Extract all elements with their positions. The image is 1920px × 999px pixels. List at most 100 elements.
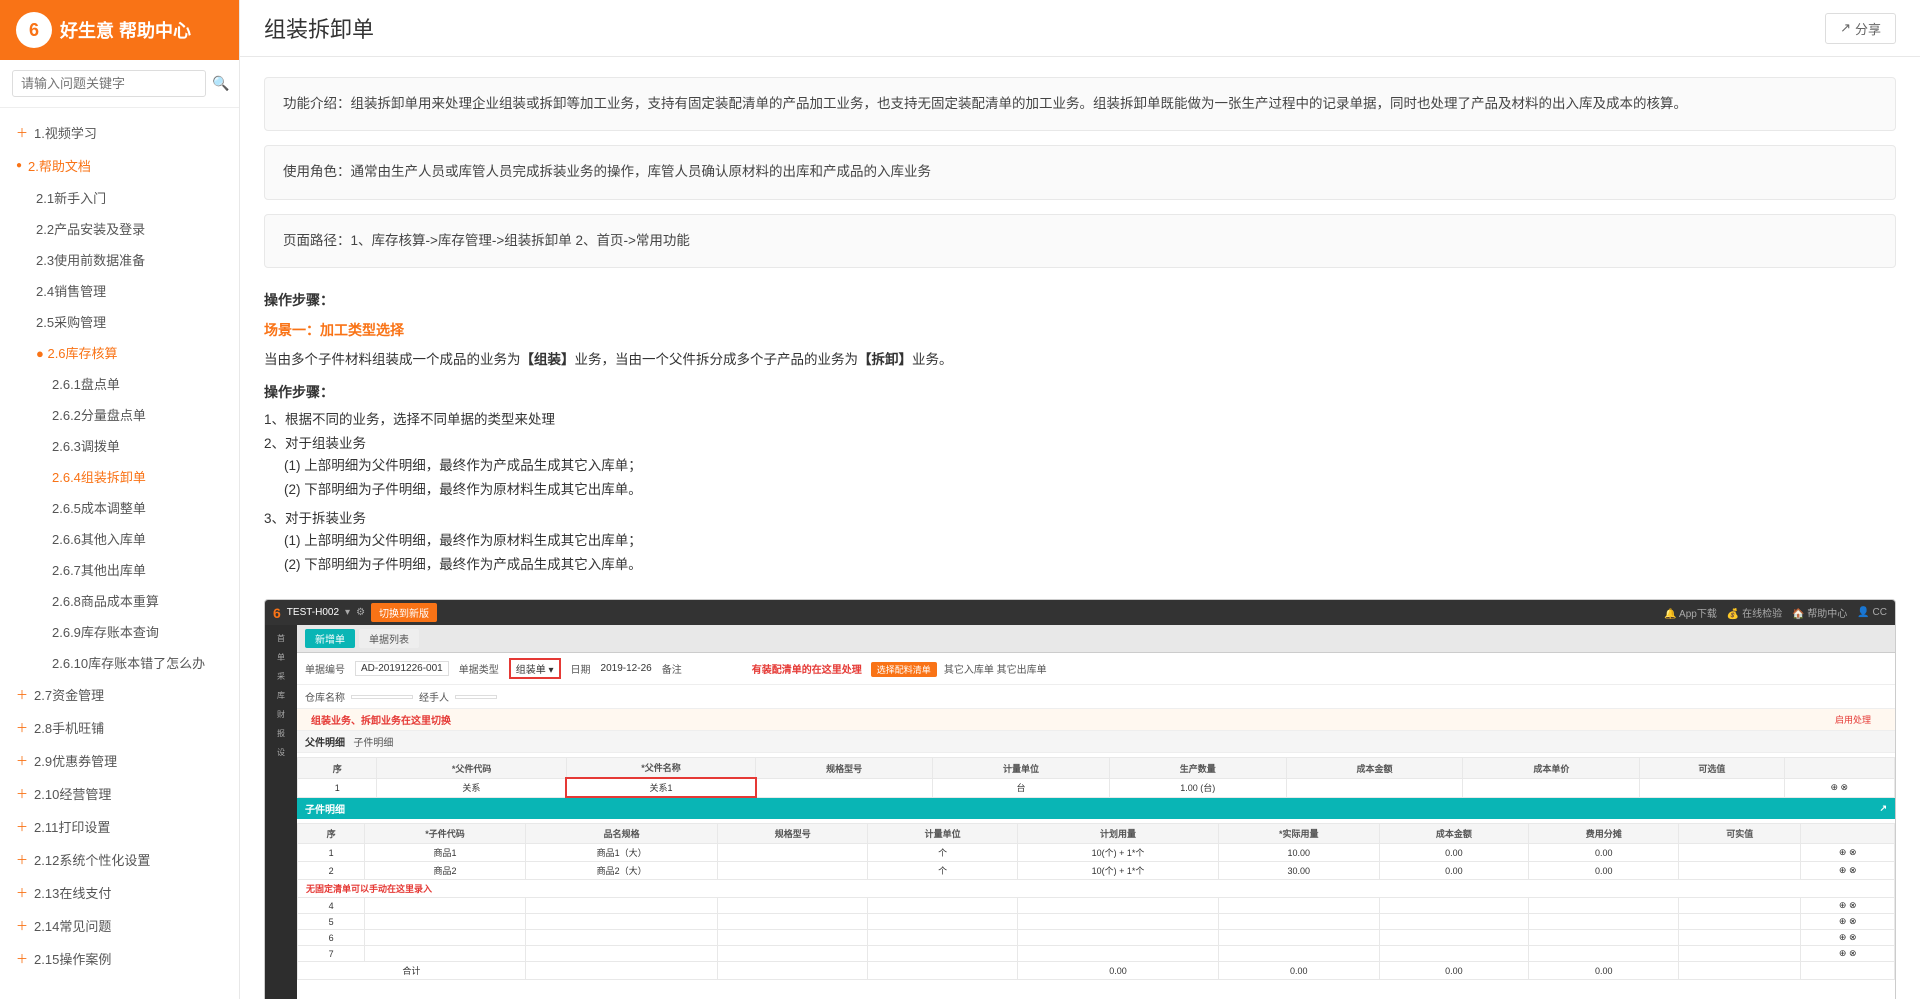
sidebar-item-docs-2-6-10[interactable]: 2.6.10库存账本错了怎么办 [0, 647, 239, 678]
page-title: 组装拆卸单 [264, 12, 374, 44]
sidebar-item-docs-2-8[interactable]: ＋ 2.8手机旺铺 [0, 711, 239, 744]
search-button[interactable]: 🔍 [212, 75, 229, 92]
sidebar-item-label: 2.12系统个性化设置 [34, 850, 150, 869]
steps-label: 操作步骤： [264, 382, 1896, 402]
sidebar-item-docs-2-3[interactable]: 2.3使用前数据准备 [0, 244, 239, 275]
search-box: 🔍 [0, 60, 239, 108]
plus-icon: ＋ [16, 124, 28, 141]
content-area: 功能介绍：组装拆卸单用来处理企业组装或拆卸等加工业务，支持有固定装配清单的产品加… [240, 57, 1920, 999]
sidebar-item-docs-2-15[interactable]: ＋ 2.15操作案例 [0, 942, 239, 975]
sidebar-item-docs-2-6-6[interactable]: 2.6.6其他入库单 [0, 523, 239, 554]
scene1-desc: 当由多个子件材料组装成一个成品的业务为【组装】业务，当由一个父件拆分成多个子产品… [264, 348, 1896, 372]
sidebar-item-label: 2.14常见问题 [34, 916, 111, 935]
annotation1-btn: 选择配料清单 [871, 662, 937, 677]
top-bar: 组装拆卸单 ↗ 分享 [240, 0, 1920, 57]
sidebar-item-docs-2-6-7[interactable]: 2.6.7其他出库单 [0, 554, 239, 585]
step1: 1、根据不同的业务，选择不同单据的类型来处理 [264, 408, 1896, 428]
sidebar-item-label: 2.9优惠券管理 [34, 751, 117, 770]
mock-tab-new: 新增单 [305, 629, 355, 648]
sidebar-item-label: 2.11打印设置 [34, 817, 110, 836]
sidebar-item-label: 2.帮助文档 [28, 156, 91, 175]
sidebar-item-docs-2-10[interactable]: ＋ 2.10经营管理 [0, 777, 239, 810]
sidebar-item-docs-2-6-1[interactable]: 2.6.1盘点单 [0, 368, 239, 399]
mock-upper-table: 序 *父件代码 *父件名称 规格型号 计量单位 生产数量 成本金额 成本单价 可… [297, 757, 1895, 798]
plus-icon-2-9: ＋ [16, 752, 28, 769]
sidebar-header: 6 好生意 帮助中心 [0, 0, 239, 60]
mock-upper-tab: 父件明细 子件明细 [297, 731, 1895, 753]
annotation3: 启用处理 [1835, 713, 1871, 726]
minus-icon: ● [16, 160, 22, 171]
sidebar-item-docs-2-14[interactable]: ＋ 2.14常见问题 [0, 909, 239, 942]
step2a: (1) 上部明细为父件明细，最终作为产成品生成其它入库单； [264, 454, 1896, 478]
plus-icon-2-10: ＋ [16, 785, 28, 802]
plus-icon-2-8: ＋ [16, 719, 28, 736]
sidebar-item-docs-2-6-4[interactable]: 2.6.4组装拆卸单 [0, 461, 239, 492]
sidebar-item-docs-2-11[interactable]: ＋ 2.11打印设置 [0, 810, 239, 843]
mock-lower-table: 序 *子件代码 品名规格 规格型号 计量单位 计划用量 *实际用量 成本金额 费… [297, 823, 1895, 980]
plus-icon-2-13: ＋ [16, 884, 28, 901]
plus-icon-2-11: ＋ [16, 818, 28, 835]
sidebar-item-docs-2-6-9[interactable]: 2.6.9库存账本查询 [0, 616, 239, 647]
mock-lower-row2: 2 商品2 商品2（大） 个 10(个) + 1*个 30.00 0.00 0.… [298, 862, 1895, 880]
nav-tree: ＋ 1.视频学习 ● 2.帮助文档 2.1新手入门 2.2产品安装及登录 2.3… [0, 108, 239, 999]
mock-upper-row1: 1 关系 关系1 台 1.00 (台) ⊕ ⊗ [298, 778, 1895, 797]
main-content: 组装拆卸单 ↗ 分享 功能介绍：组装拆卸单用来处理企业组装或拆卸等加工业务，支持… [240, 0, 1920, 999]
sidebar-item-docs-2-6-5[interactable]: 2.6.5成本调整单 [0, 492, 239, 523]
mock-switch-btn: 切换到新版 [371, 603, 437, 622]
annotation2: 组装业务、拆卸业务在这里切换 [311, 712, 451, 727]
steps-title: 操作步骤： [264, 290, 1896, 310]
mock-type: 组装单 ▾ [509, 658, 561, 679]
sidebar-item-docs-2-6-3[interactable]: 2.6.3调拨单 [0, 430, 239, 461]
sidebar-item-docs-2-7[interactable]: ＋ 2.7资金管理 [0, 678, 239, 711]
app-name: 好生意 帮助中心 [60, 17, 191, 43]
sidebar-item-video[interactable]: ＋ 1.视频学习 [0, 116, 239, 149]
mock-lower-row1: 1 商品1 商品1（大） 个 10(个) + 1*个 10.00 0.00 0.… [298, 844, 1895, 862]
sidebar-item-label: 2.8手机旺铺 [34, 718, 104, 737]
steps-section: 操作步骤： 场景一：加工类型选择 当由多个子件材料组装成一个成品的业务为【组装】… [264, 282, 1896, 599]
sidebar-item-docs-2-6[interactable]: ● 2.6库存核算 [0, 337, 239, 368]
mock-date: 2019-12-26 [601, 663, 652, 674]
share-icon: ↗ [1840, 20, 1851, 36]
sidebar-item-label: 2.10经营管理 [34, 784, 111, 803]
logo: 6 [16, 12, 52, 48]
plus-icon-2-15: ＋ [16, 950, 28, 967]
path-intro: 页面路径：1、库存核算->库存管理->组装拆卸单 2、首页->常用功能 [264, 214, 1896, 268]
step2b: (2) 下部明细为子件明细，最终作为原材料生成其它出库单。 [264, 478, 1896, 502]
sidebar-item-docs-2-1[interactable]: 2.1新手入门 [0, 182, 239, 213]
annotation4: 无固定清单可以手动在这里录入 [306, 884, 432, 894]
sidebar-item-docs[interactable]: ● 2.帮助文档 [0, 149, 239, 182]
sidebar-item-docs-2-9[interactable]: ＋ 2.9优惠券管理 [0, 744, 239, 777]
role-intro-text: 使用角色：通常由生产人员或库管人员完成拆装业务的操作，库管人员确认原材料的出库和… [283, 164, 931, 179]
sidebar-item-docs-2-4[interactable]: 2.4销售管理 [0, 275, 239, 306]
step2: 2、对于组装业务 [264, 432, 1896, 452]
plus-icon-2-7: ＋ [16, 686, 28, 703]
role-intro: 使用角色：通常由生产人员或库管人员完成拆装业务的操作，库管人员确认原材料的出库和… [264, 145, 1896, 199]
sidebar: 6 好生意 帮助中心 🔍 ＋ 1.视频学习 ● 2.帮助文档 2.1新手入门 2… [0, 0, 240, 999]
share-button[interactable]: ↗ 分享 [1825, 13, 1896, 44]
mock-lower-header: 子件明细 ↗ [297, 798, 1895, 819]
feature-intro-text: 功能介绍：组装拆卸单用来处理企业组装或拆卸等加工业务，支持有固定装配清单的产品加… [283, 96, 1687, 111]
mock-order-no: AD-20191226-001 [355, 661, 449, 676]
sidebar-item-docs-2-5[interactable]: 2.5采购管理 [0, 306, 239, 337]
sidebar-item-label: 1.视频学习 [34, 123, 97, 142]
search-input[interactable] [12, 70, 206, 97]
sidebar-item-label: 2.7资金管理 [34, 685, 104, 704]
sidebar-item-docs-2-13[interactable]: ＋ 2.13在线支付 [0, 876, 239, 909]
mock-footer-totals: 合计 0.00 0.00 0.00 0.00 [298, 962, 1895, 980]
annotation1: 有装配清单的在这里处理 [752, 665, 862, 676]
scene1-title: 场景一：加工类型选择 [264, 320, 1896, 340]
step3b: (2) 下部明细为子件明细，最终作为产成品生成其它入库单。 [264, 553, 1896, 577]
feature-intro: 功能介绍：组装拆卸单用来处理企业组装或拆卸等加工业务，支持有固定装配清单的产品加… [264, 77, 1896, 131]
path-intro-text: 页面路径：1、库存核算->库存管理->组装拆卸单 2、首页->常用功能 [283, 233, 690, 248]
sidebar-item-label: 2.13在线支付 [34, 883, 111, 902]
sidebar-item-docs-2-6-8[interactable]: 2.6.8商品成本重算 [0, 585, 239, 616]
step3a: (1) 上部明细为父件明细，最终作为原材料生成其它出库单； [264, 529, 1896, 553]
mock-tab-list: 单据列表 [359, 629, 419, 648]
sidebar-item-docs-2-6-2[interactable]: 2.6.2分量盘点单 [0, 399, 239, 430]
mock-annotation4-row: 无固定清单可以手动在这里录入 [298, 880, 1895, 898]
sidebar-item-docs-2-2[interactable]: 2.2产品安装及登录 [0, 213, 239, 244]
screenshot: 6 TEST-H002 ▾ ⚙ 切换到新版 🔔 App下载 💰 在线检验 🏠 帮… [264, 599, 1896, 999]
sidebar-item-docs-2-12[interactable]: ＋ 2.12系统个性化设置 [0, 843, 239, 876]
sidebar-item-label: 2.15操作案例 [34, 949, 111, 968]
plus-icon-2-14: ＋ [16, 917, 28, 934]
